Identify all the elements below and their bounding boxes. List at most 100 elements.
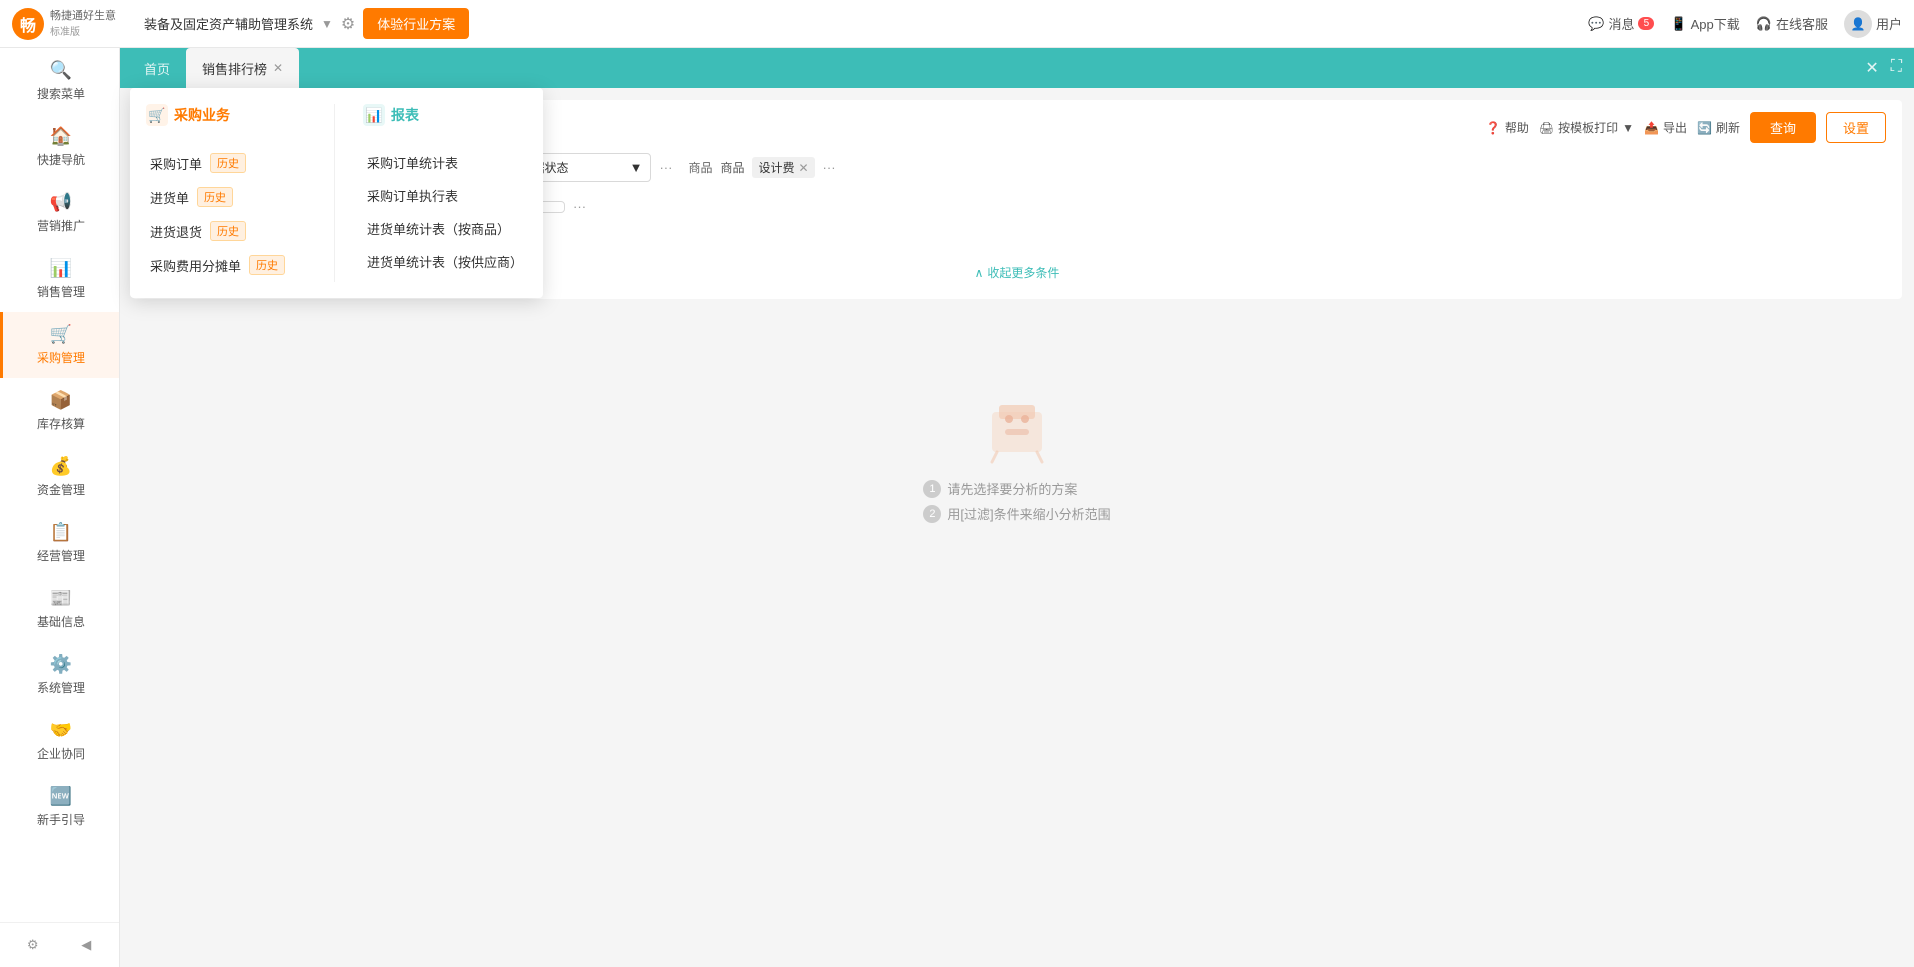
filter-goods: 商品 商品 设计费 ✕ ··· bbox=[688, 157, 868, 178]
hint-text-1: 请先选择要分析的方案 bbox=[947, 479, 1077, 498]
sidebar-item-sales[interactable]: 📊 销售管理 bbox=[0, 246, 119, 312]
dropdown-item-incoming-goods[interactable]: 进货单统计表（按商品） bbox=[363, 212, 527, 245]
sidebar-item-quick[interactable]: 🏠 快捷导航 bbox=[0, 114, 119, 180]
purchase-section-label: 采购业务 bbox=[174, 105, 230, 125]
sidebar-item-collab[interactable]: 🤝 企业协同 bbox=[0, 708, 119, 774]
goods-tag-close[interactable]: ✕ bbox=[798, 161, 808, 175]
cost-label: 采购费用分摊单 bbox=[150, 256, 241, 275]
dropdown-item-purchase-stat[interactable]: 采购订单统计表 bbox=[363, 146, 527, 179]
sidebar-collapse-btn[interactable]: ◀ bbox=[62, 931, 112, 959]
sidebar-item-finance[interactable]: 💰 资金管理 bbox=[0, 444, 119, 510]
empty-hint-1: 1 请先选择要分析的方案 bbox=[923, 479, 1110, 498]
refresh-btn[interactable]: 🔄 刷新 bbox=[1697, 119, 1740, 136]
system-dropdown-arrow[interactable]: ▼ bbox=[321, 17, 333, 31]
sidebar-item-basic[interactable]: 📰 基础信息 bbox=[0, 576, 119, 642]
report-section-title: 📊 报表 bbox=[363, 104, 527, 134]
user-name-label: 用户 bbox=[1876, 14, 1902, 33]
print-icon: 🖨 bbox=[1539, 121, 1554, 135]
operation-icon: 📋 bbox=[50, 522, 72, 543]
sidebar-item-search[interactable]: 🔍 搜索菜单 bbox=[0, 48, 119, 114]
system-name: 装备及固定资产辅助管理系统 bbox=[144, 14, 313, 33]
salesperson-more[interactable]: ··· bbox=[573, 199, 586, 214]
app-download-label: App下载 bbox=[1691, 14, 1740, 33]
search-icon: 🔍 bbox=[50, 60, 72, 81]
avatar-initial: 👤 bbox=[1851, 17, 1866, 31]
help-icon: ❓ bbox=[1486, 121, 1501, 135]
purchase-section-icon: 🛒 bbox=[146, 104, 168, 126]
sidebar-label-quick: 快捷导航 bbox=[37, 151, 85, 168]
goods-more[interactable]: ··· bbox=[823, 160, 836, 175]
help-label: 帮助 bbox=[1505, 119, 1529, 136]
goods-tag-value: 设计费 bbox=[758, 159, 794, 176]
logo-text: 畅捷通好生意 bbox=[50, 9, 116, 23]
dropdown-item-purchase-order[interactable]: 采购订单 历史 bbox=[146, 146, 306, 180]
sidebar-bottom: ⚙ ◀ bbox=[0, 922, 119, 967]
purchase-icon: 🛒 bbox=[50, 324, 72, 345]
dropdown-item-incoming[interactable]: 进货单 历史 bbox=[146, 180, 306, 214]
marketing-icon: 📢 bbox=[50, 192, 72, 213]
system-icon: ⚙️ bbox=[50, 654, 72, 675]
sidebar-item-inventory[interactable]: 📦 库存核算 bbox=[0, 378, 119, 444]
goods-tag: 设计费 ✕ bbox=[752, 157, 814, 178]
export-btn[interactable]: 📤 导出 bbox=[1644, 119, 1687, 136]
online-service-label: 在线客服 bbox=[1776, 14, 1828, 33]
guide-icon: 🆕 bbox=[50, 786, 72, 807]
sidebar-label-inventory: 库存核算 bbox=[37, 415, 85, 432]
setting-button[interactable]: 设置 bbox=[1826, 112, 1886, 143]
purchase-dropdown-menu: 🛒 采购业务 采购订单 历史 进货单 历史 进货退货 历史 采购费用分摊单 历史… bbox=[130, 88, 543, 298]
message-action[interactable]: 💬 消息 5 bbox=[1588, 14, 1654, 33]
sidebar-item-purchase[interactable]: 🛒 采购管理 bbox=[0, 312, 119, 378]
tab-home[interactable]: 首页 bbox=[128, 48, 186, 88]
gear-icon[interactable]: ⚙ bbox=[341, 14, 355, 34]
sidebar-item-guide[interactable]: 🆕 新手引导 bbox=[0, 774, 119, 840]
sidebar-item-operation[interactable]: 📋 经营管理 bbox=[0, 510, 119, 576]
voucher-status-more[interactable]: ··· bbox=[659, 160, 672, 175]
sidebar-label-marketing: 营销推广 bbox=[37, 217, 85, 234]
query-button[interactable]: 查询 bbox=[1750, 112, 1816, 143]
sidebar-label-operation: 经营管理 bbox=[37, 547, 85, 564]
dropdown-item-incoming-supplier[interactable]: 进货单统计表（按供应商） bbox=[363, 245, 527, 278]
goods-label: 商品 bbox=[688, 159, 712, 176]
sidebar-settings-btn[interactable]: ⚙ bbox=[8, 931, 58, 959]
empty-state: 1 请先选择要分析的方案 2 用[过滤]条件来缩小分析范围 bbox=[132, 307, 1902, 603]
dropdown-item-purchase-exec[interactable]: 采购订单执行表 bbox=[363, 179, 527, 212]
purchase-order-label: 采购订单 bbox=[150, 154, 202, 173]
dropdown-item-cost[interactable]: 采购费用分摊单 历史 bbox=[146, 248, 306, 282]
basic-icon: 📰 bbox=[50, 588, 72, 609]
incoming-supplier-label: 进货单统计表（按供应商） bbox=[367, 252, 523, 271]
report-column: 📊 报表 采购订单统计表 采购订单执行表 进货单统计表（按商品） 进货单统计表（… bbox=[363, 104, 527, 282]
print-btn[interactable]: 🖨 按模板打印 ▼ bbox=[1539, 119, 1634, 136]
incoming-history-tag: 历史 bbox=[197, 187, 233, 207]
industry-button[interactable]: 体验行业方案 bbox=[363, 8, 469, 39]
goods-label-text: 商品 bbox=[720, 159, 744, 176]
collab-icon: 🤝 bbox=[50, 720, 72, 741]
hint-num-1: 1 bbox=[923, 480, 941, 498]
user-action[interactable]: 👤 用户 bbox=[1844, 10, 1902, 38]
message-icon: 💬 bbox=[1588, 16, 1604, 32]
refresh-label: 刷新 bbox=[1716, 119, 1740, 136]
print-label: 按模板打印 bbox=[1558, 119, 1618, 136]
app-download-action[interactable]: 📱 App下载 bbox=[1670, 14, 1739, 33]
tab-maximize-icon[interactable]: ⛶ bbox=[1887, 54, 1906, 82]
inventory-icon: 📦 bbox=[50, 390, 72, 411]
online-service-action[interactable]: 🎧 在线客服 bbox=[1756, 14, 1828, 33]
incoming-label: 进货单 bbox=[150, 188, 189, 207]
report-section-icon: 📊 bbox=[363, 104, 385, 126]
tab-home-label: 首页 bbox=[144, 59, 170, 78]
report-section-label: 报表 bbox=[391, 105, 419, 125]
tab-close-icon[interactable]: ✕ bbox=[273, 61, 283, 75]
dropdown-item-return[interactable]: 进货退货 历史 bbox=[146, 214, 306, 248]
sidebar-label-guide: 新手引导 bbox=[37, 811, 85, 828]
tab-close-window-icon[interactable]: ✕ bbox=[1861, 54, 1882, 82]
empty-illustration bbox=[977, 387, 1057, 467]
export-label: 导出 bbox=[1663, 119, 1687, 136]
tab-sales-rank[interactable]: 销售排行榜 ✕ bbox=[186, 48, 299, 88]
sidebar-item-system[interactable]: ⚙️ 系统管理 bbox=[0, 642, 119, 708]
help-btn[interactable]: ❓ 帮助 bbox=[1486, 119, 1529, 136]
sidebar: 🔍 搜索菜单 🏠 快捷导航 📢 营销推广 📊 销售管理 🛒 采购管理 📦 库存核… bbox=[0, 48, 120, 967]
sidebar-item-marketing[interactable]: 📢 营销推广 bbox=[0, 180, 119, 246]
purchase-business-column: 🛒 采购业务 采购订单 历史 进货单 历史 进货退货 历史 采购费用分摊单 历史 bbox=[146, 104, 306, 282]
return-history-tag: 历史 bbox=[210, 221, 246, 241]
export-icon: 📤 bbox=[1644, 121, 1659, 135]
logo-icon: 畅 bbox=[12, 8, 44, 40]
